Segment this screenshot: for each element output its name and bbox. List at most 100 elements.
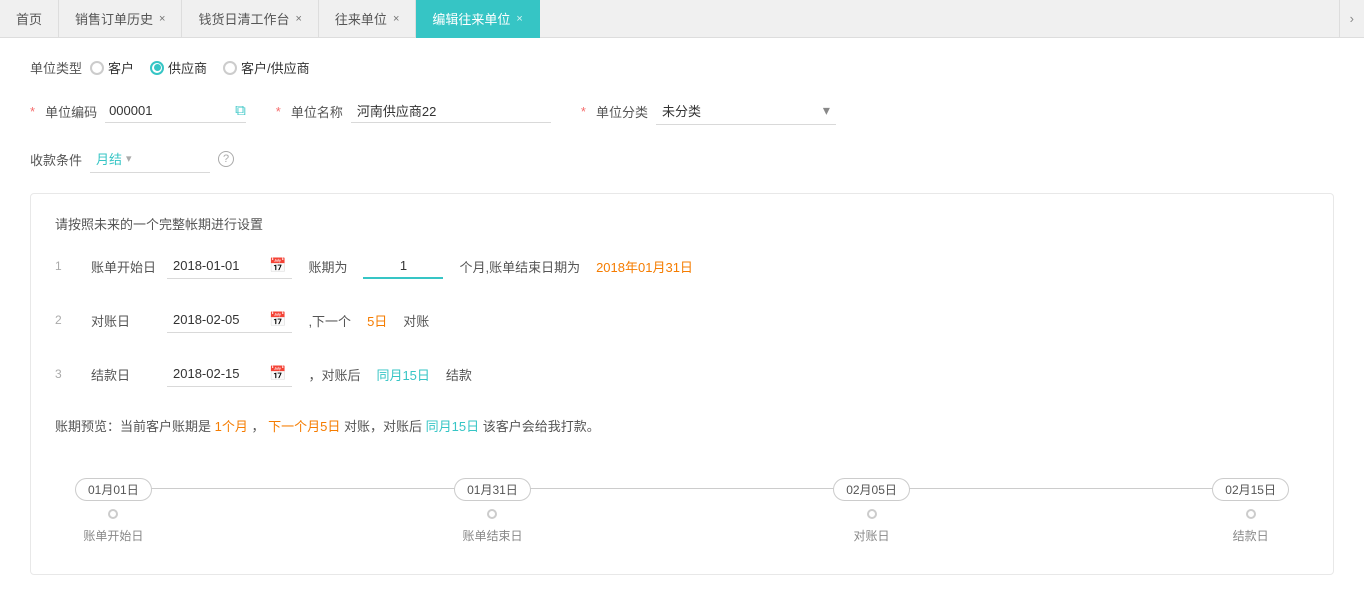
reconcile-suffix: 对账 (403, 311, 429, 330)
radio-circle-both (223, 61, 237, 75)
tab-cash-work[interactable]: 钱货日清工作台 × (182, 0, 318, 38)
calendar-icon[interactable]: 📅 (269, 365, 286, 382)
radio-group: 客户 供应商 客户/供应商 (90, 58, 310, 77)
row-num-3: 3 (55, 367, 75, 381)
timeline-point-4: 02月15日 结款日 (1212, 478, 1289, 544)
radio-both[interactable]: 客户/供应商 (223, 58, 310, 77)
reconcile-date-input[interactable] (173, 312, 263, 327)
radio-supplier[interactable]: 供应商 (150, 58, 207, 77)
timeline-point-3: 02月05日 对账日 (833, 478, 910, 544)
section-hint: 请按照未来的一个完整帐期进行设置 (55, 214, 1309, 233)
tab-sales-history[interactable]: 销售订单历史 × (59, 0, 182, 38)
payment-terms-group: 收款条件 月结 ▾ ? (30, 145, 234, 173)
section-box: 请按照未来的一个完整帐期进行设置 1 账单开始日 📅 账期为 个月,账单结束日期… (30, 193, 1334, 575)
tab-sales-history-label: 销售订单历史 (75, 9, 153, 28)
detail-row-2: 2 对账日 📅 ,下一个 5日 对账 (55, 307, 1309, 333)
row-label-1: 账单开始日 (91, 257, 151, 276)
close-icon[interactable]: × (159, 13, 165, 25)
close-icon[interactable]: × (393, 13, 399, 25)
preview-row: 账期预览：当前客户账期是 1个月 ， 下一个月5日 对账，对账后 同月15日 该… (55, 415, 1309, 438)
unit-code-input-wrapper: ⧉ (105, 99, 246, 123)
close-icon[interactable]: × (295, 13, 301, 25)
radio-circle-supplier (150, 61, 164, 75)
start-date-field: 📅 (167, 253, 292, 279)
payment-desc-prefix: ，对账后 (308, 365, 360, 384)
unit-category-group: * 单位分类 未分类 ▾ (581, 97, 836, 125)
payment-terms-value: 月结 (96, 149, 122, 168)
preview-comma: ， (252, 419, 265, 434)
preview-reconcile: 下一个月5日 (268, 419, 340, 434)
payment-date-input[interactable] (173, 366, 263, 381)
month-input[interactable] (363, 254, 443, 279)
tabs-bar: 首页 销售订单历史 × 钱货日清工作台 × 往来单位 × 编辑往来单位 × › (0, 0, 1364, 38)
radio-supplier-label: 供应商 (168, 58, 207, 77)
radio-customer-label: 客户 (108, 58, 134, 77)
timeline-label-1: 账单开始日 (83, 527, 143, 544)
chevron-down-icon: ▾ (126, 152, 132, 165)
tab-cash-work-label: 钱货日清工作台 (198, 9, 289, 28)
period-label: 账期为 (308, 257, 347, 276)
unit-type-label: 单位类型 (30, 58, 82, 77)
content-area: 单位类型 客户 供应商 客户/供应商 * 单位编码 (0, 38, 1364, 608)
required-star: * (581, 104, 586, 119)
unit-name-input[interactable] (351, 99, 551, 123)
unit-type-row: 单位类型 客户 供应商 客户/供应商 (30, 58, 1334, 77)
unit-name-label: 单位名称 (291, 102, 343, 121)
preview-payment: 同月15日 (426, 419, 479, 434)
unit-code-group: * 单位编码 ⧉ (30, 99, 246, 123)
tab-home[interactable]: 首页 (0, 0, 59, 38)
timeline-label-2: 账单结束日 (462, 527, 522, 544)
code-name-category-row: * 单位编码 ⧉ * 单位名称 * 单位分类 未分类 ▾ (30, 97, 1334, 125)
radio-customer[interactable]: 客户 (90, 58, 134, 77)
start-date-input[interactable] (173, 258, 263, 273)
unit-category-label: 单位分类 (596, 102, 648, 121)
row-num-2: 2 (55, 313, 75, 327)
unit-code-input[interactable] (105, 99, 235, 122)
payment-suffix: 结款 (446, 365, 472, 384)
timeline-point-2: 01月31日 账单结束日 (454, 478, 531, 544)
calendar-icon[interactable]: 📅 (269, 311, 286, 328)
timeline-label-3: 对账日 (854, 527, 890, 544)
tab-home-label: 首页 (16, 9, 42, 28)
row-label-2: 对账日 (91, 311, 151, 330)
reconcile-day-highlight: 5日 (367, 311, 387, 330)
close-icon[interactable]: × (516, 13, 522, 25)
row-label-3: 结款日 (91, 365, 151, 384)
timeline-date-1: 01月01日 (75, 478, 152, 501)
payment-terms-row: 收款条件 月结 ▾ ? (30, 145, 1334, 173)
timeline-points: 01月01日 账单开始日 01月31日 账单结束日 02月05日 对账日 02月… (75, 478, 1289, 544)
timeline-dot-3 (867, 509, 877, 519)
tab-partner-label: 往来单位 (335, 9, 387, 28)
end-date-highlight: 2018年01月31日 (596, 257, 693, 276)
timeline-container: 01月01日 账单开始日 01月31日 账单结束日 02月05日 对账日 02月… (55, 448, 1309, 554)
payment-terms-label: 收款条件 (30, 150, 82, 169)
question-icon[interactable]: ? (218, 151, 234, 167)
detail-row-3: 3 结款日 📅 ，对账后 同月15日 结款 (55, 361, 1309, 387)
payment-date-field: 📅 (167, 361, 292, 387)
unit-code-label: 单位编码 (45, 102, 97, 121)
reconcile-desc: ,下一个 (308, 311, 351, 330)
required-star: * (276, 104, 281, 119)
tab-edit-partner-label: 编辑往来单位 (432, 9, 510, 28)
chevron-down-icon: ▾ (823, 102, 830, 119)
row-num-1: 1 (55, 259, 75, 273)
timeline-date-2: 01月31日 (454, 478, 531, 501)
unit-category-dropdown[interactable]: 未分类 ▾ (656, 97, 836, 125)
tab-edit-partner[interactable]: 编辑往来单位 × (416, 0, 539, 38)
timeline-date-4: 02月15日 (1212, 478, 1289, 501)
timeline-dot-4 (1246, 509, 1256, 519)
month-suffix: 个月,账单结束日期为 (459, 257, 580, 276)
radio-both-label: 客户/供应商 (241, 58, 310, 77)
preview-label: 账期预览：当前客户账期是 (55, 419, 211, 434)
payment-terms-select[interactable]: 月结 ▾ (90, 145, 210, 173)
radio-circle-customer (90, 61, 104, 75)
timeline-point-1: 01月01日 账单开始日 (75, 478, 152, 544)
tab-partner[interactable]: 往来单位 × (319, 0, 416, 38)
unit-name-group: * 单位名称 (276, 99, 551, 123)
preview-middle: 对账，对账后 (344, 419, 422, 434)
unit-category-value: 未分类 (662, 101, 815, 120)
copy-icon[interactable]: ⧉ (235, 102, 246, 119)
reconcile-date-field: 📅 (167, 307, 292, 333)
calendar-icon[interactable]: 📅 (269, 257, 286, 274)
tab-more-button[interactable]: › (1339, 0, 1364, 38)
